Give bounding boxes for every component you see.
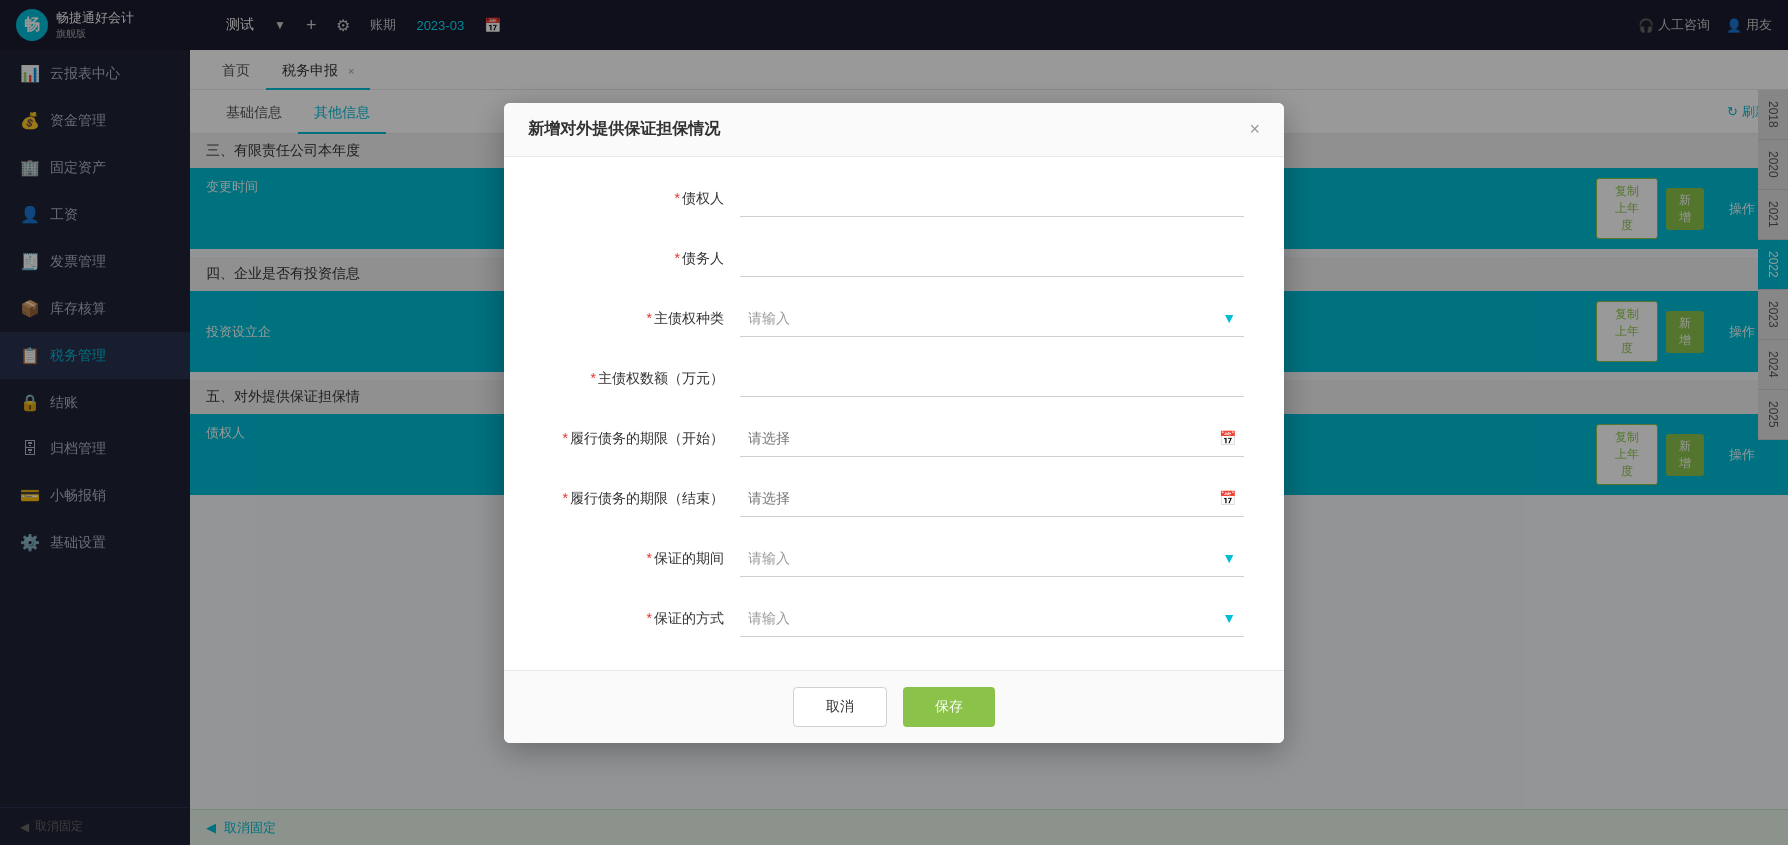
guarantee-method-label-text: 保证的方式 — [654, 610, 724, 626]
form-row-creditor: *债权人 — [544, 181, 1244, 217]
guarantee-period-label-text: 保证的期间 — [654, 550, 724, 566]
label-creditor: *债权人 — [544, 190, 724, 208]
label-guarantee-method: *保证的方式 — [544, 610, 724, 628]
debtor-input[interactable] — [740, 241, 1244, 277]
claim-amount-label-text: 主债权数额（万元） — [598, 370, 724, 386]
cancel-button[interactable]: 取消 — [793, 687, 887, 727]
claim-amount-input[interactable] — [740, 361, 1244, 397]
save-button[interactable]: 保存 — [903, 687, 995, 727]
period-start-wrapper: 📅 — [740, 421, 1244, 457]
form-row-period-end: *履行债务的期限（结束） 📅 — [544, 481, 1244, 517]
modal-title: 新增对外提供保证担保情况 — [528, 119, 720, 140]
form-row-claim-amount: *主债权数额（万元） — [544, 361, 1244, 397]
form-row-guarantee-method: *保证的方式 请输入 ▼ — [544, 601, 1244, 637]
calendar-end-icon[interactable]: 📅 — [1219, 490, 1236, 506]
label-period-end: *履行债务的期限（结束） — [544, 490, 724, 508]
claim-type-select[interactable]: 请输入 — [740, 300, 1244, 336]
form-row-period-start: *履行债务的期限（开始） 📅 — [544, 421, 1244, 457]
required-star: * — [675, 190, 680, 206]
required-star-3: * — [647, 310, 652, 326]
modal-close-btn[interactable]: × — [1249, 120, 1260, 138]
creditor-input[interactable] — [740, 181, 1244, 217]
period-end-label-text: 履行债务的期限（结束） — [570, 490, 724, 506]
period-end-wrapper: 📅 — [740, 481, 1244, 517]
label-debtor: *债务人 — [544, 250, 724, 268]
modal-overlay: 新增对外提供保证担保情况 × *债权人 *债务人 * — [0, 0, 1788, 845]
guarantee-period-select[interactable]: 请输入 — [740, 540, 1244, 576]
period-end-input[interactable] — [740, 490, 1244, 506]
label-guarantee-period: *保证的期间 — [544, 550, 724, 568]
label-claim-amount: *主债权数额（万元） — [544, 370, 724, 388]
label-claim-type: *主债权种类 — [544, 310, 724, 328]
required-star-6: * — [563, 490, 568, 506]
modal-body: *债权人 *债务人 *主债权种类 请输入 — [504, 157, 1284, 670]
label-period-start: *履行债务的期限（开始） — [544, 430, 724, 448]
modal: 新增对外提供保证担保情况 × *债权人 *债务人 * — [504, 103, 1284, 743]
guarantee-method-select[interactable]: 请输入 — [740, 600, 1244, 636]
required-star-4: * — [591, 370, 596, 386]
period-start-label-text: 履行债务的期限（开始） — [570, 430, 724, 446]
guarantee-method-select-wrapper: 请输入 ▼ — [740, 601, 1244, 637]
calendar-start-icon[interactable]: 📅 — [1219, 430, 1236, 446]
required-star-5: * — [563, 430, 568, 446]
period-start-input[interactable] — [740, 430, 1244, 446]
debtor-label-text: 债务人 — [682, 250, 724, 266]
required-star-8: * — [647, 610, 652, 626]
claim-type-select-wrapper: 请输入 ▼ — [740, 301, 1244, 337]
creditor-label-text: 债权人 — [682, 190, 724, 206]
required-star-2: * — [675, 250, 680, 266]
form-row-guarantee-period: *保证的期间 请输入 ▼ — [544, 541, 1244, 577]
form-row-debtor: *债务人 — [544, 241, 1244, 277]
claim-type-label-text: 主债权种类 — [654, 310, 724, 326]
required-star-7: * — [647, 550, 652, 566]
modal-footer: 取消 保存 — [504, 670, 1284, 743]
guarantee-period-select-wrapper: 请输入 ▼ — [740, 541, 1244, 577]
modal-header: 新增对外提供保证担保情况 × — [504, 103, 1284, 157]
form-row-claim-type: *主债权种类 请输入 ▼ — [544, 301, 1244, 337]
